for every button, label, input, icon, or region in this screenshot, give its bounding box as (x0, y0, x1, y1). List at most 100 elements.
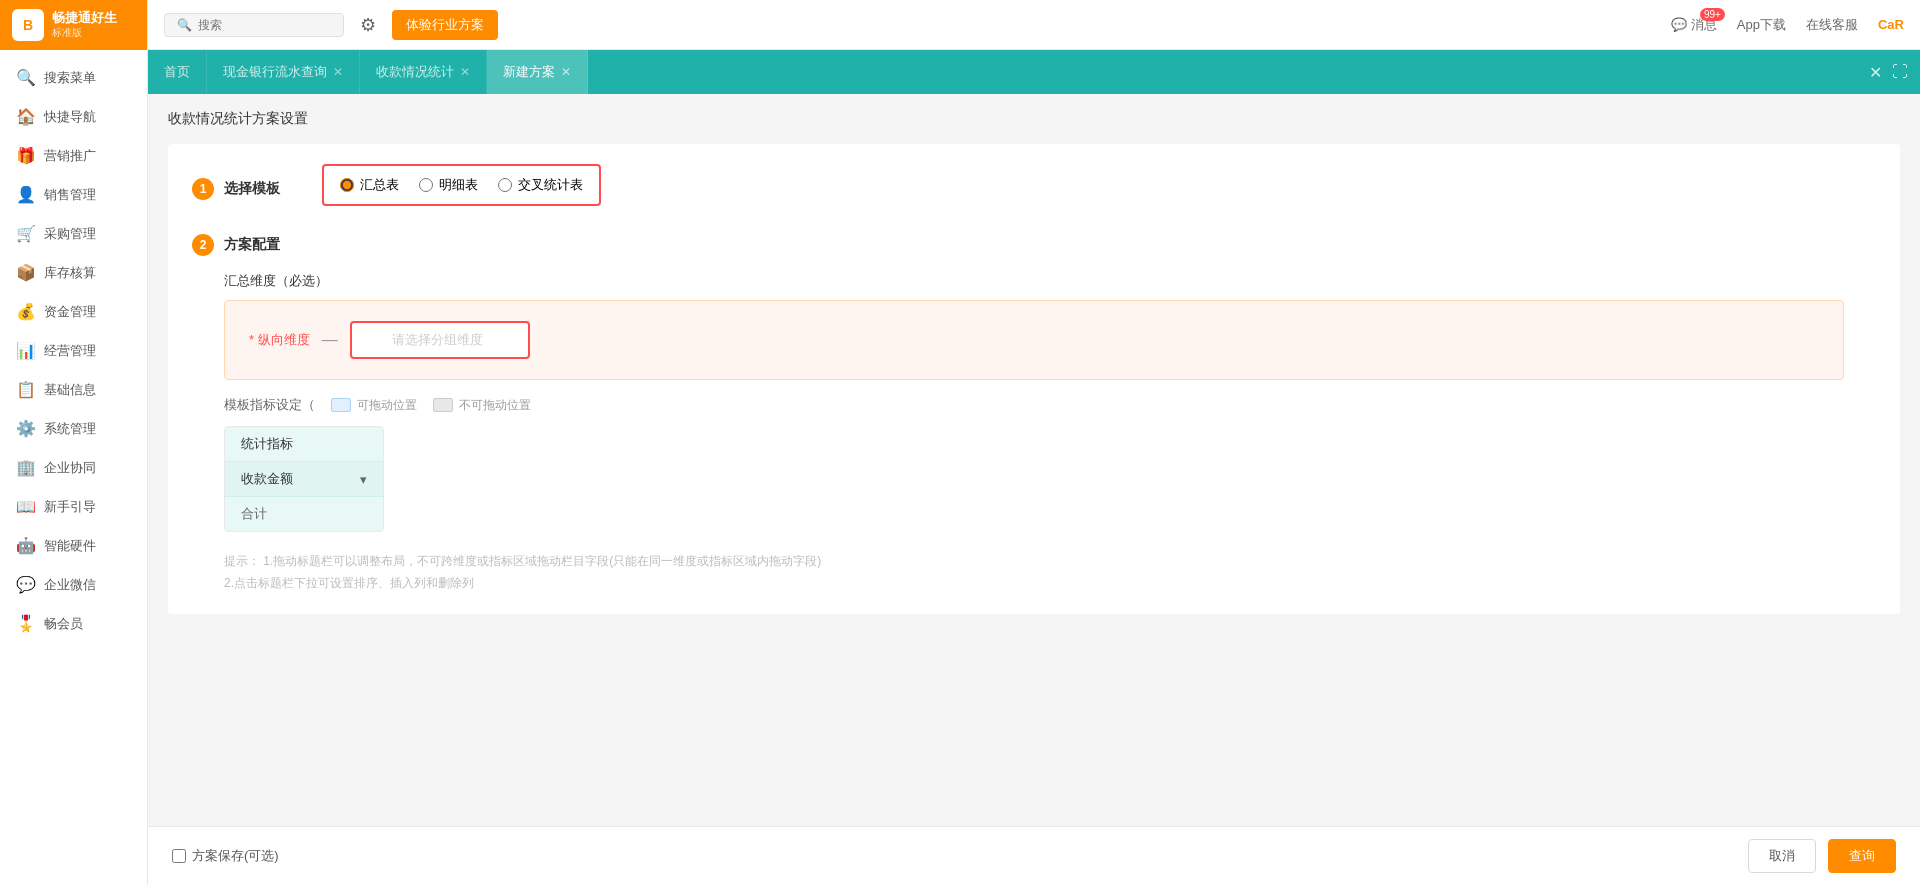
radio-summary[interactable]: 汇总表 (340, 176, 399, 194)
tab-new-plan-label: 新建方案 (503, 63, 555, 81)
sidebar-item-purchase[interactable]: 🛒 采购管理 (0, 214, 147, 253)
radio-summary-input[interactable] (340, 178, 354, 192)
radio-detail[interactable]: 明细表 (419, 176, 478, 194)
cancel-button[interactable]: 取消 (1748, 839, 1816, 873)
dimension-section-title: 汇总维度（必选） (224, 272, 1876, 290)
sidebar-item-label: 畅会员 (44, 615, 83, 633)
page-title: 收款情况统计方案设置 (168, 110, 1900, 128)
sidebar-item-label: 快捷导航 (44, 108, 96, 126)
enterprise-icon: 🏢 (16, 458, 36, 477)
sidebar-item-wechat[interactable]: 💬 企业微信 (0, 565, 147, 604)
sidebar-item-system[interactable]: ⚙️ 系统管理 (0, 409, 147, 448)
sidebar-item-guide[interactable]: 📖 新手引导 (0, 487, 147, 526)
gear-icon: ⚙️ (16, 419, 36, 438)
sidebar-item-label: 销售管理 (44, 186, 96, 204)
topbar-right: 💬 99+ 消息 App下载 在线客服 CaR (1671, 16, 1904, 34)
indicator-cell-total: 合计 (225, 497, 383, 531)
tab-collection-stats[interactable]: 收款情况统计 ✕ (360, 50, 487, 94)
tab-right-controls: ✕ ⛶ (1869, 50, 1920, 94)
radio-detail-label: 明细表 (439, 176, 478, 194)
legend-non-draggable: 不可拖动位置 (433, 397, 531, 414)
radio-detail-input[interactable] (419, 178, 433, 192)
topbar: 🔍 ⚙ 体验行业方案 💬 99+ 消息 App下载 在线客服 CaR (148, 0, 1920, 50)
sidebar-item-inventory[interactable]: 📦 库存核算 (0, 253, 147, 292)
search-box[interactable]: 🔍 (164, 13, 344, 37)
box-icon: 📦 (16, 263, 36, 282)
sidebar-item-label: 资金管理 (44, 303, 96, 321)
footer-actions: 取消 查询 (1748, 839, 1896, 873)
indicator-table-header: 统计指标 (225, 427, 383, 462)
legend-draggable-box (331, 398, 351, 412)
chart-icon: 📊 (16, 341, 36, 360)
indicator-cell-revenue[interactable]: 收款金额 ▾ (225, 462, 383, 497)
sidebar-item-quick-nav[interactable]: 🏠 快捷导航 (0, 97, 147, 136)
tip-2: 2.点击标题栏下拉可设置排序、插入列和删除列 (224, 573, 1844, 595)
user-icon: 👤 (16, 185, 36, 204)
vertical-dim-label: * 纵向维度 (249, 331, 310, 349)
sidebar-item-member[interactable]: 🎖️ 畅会员 (0, 604, 147, 643)
tab-maximize-icon[interactable]: ⛶ (1892, 63, 1908, 81)
sidebar-item-label: 库存核算 (44, 264, 96, 282)
step1-badge: 1 (192, 178, 214, 200)
save-checkbox-label[interactable]: 方案保存(可选) (172, 847, 279, 865)
dim-input[interactable]: 请选择分组维度 (350, 321, 530, 359)
sidebar-item-finance[interactable]: 💰 资金管理 (0, 292, 147, 331)
step2-badge: 2 (192, 234, 214, 256)
user-avatar[interactable]: CaR (1878, 17, 1904, 32)
tab-home[interactable]: 首页 (148, 50, 207, 94)
sidebar-item-enterprise[interactable]: 🏢 企业协同 (0, 448, 147, 487)
app-download-link[interactable]: App下载 (1737, 16, 1786, 34)
indicator-table: 统计指标 收款金额 ▾ 合计 (224, 426, 384, 532)
sidebar-logo: B 畅捷通好生 标准版 (0, 0, 147, 50)
dropdown-icon[interactable]: ▾ (360, 472, 367, 487)
sidebar: B 畅捷通好生 标准版 🔍 搜索菜单 🏠 快捷导航 🎁 营销推广 👤 销售管理 … (0, 0, 148, 885)
search-icon: 🔍 (177, 18, 192, 32)
tab-bank-flow[interactable]: 现金银行流水查询 ✕ (207, 50, 360, 94)
tab-bank-flow-close[interactable]: ✕ (333, 65, 343, 79)
message-badge-wrap[interactable]: 💬 99+ 消息 (1671, 16, 1717, 34)
indicator-header: 模板指标设定（ 可拖动位置 不可拖动位置 (224, 396, 1844, 414)
sidebar-item-management[interactable]: 📊 经营管理 (0, 331, 147, 370)
book-icon: 📖 (16, 497, 36, 516)
sidebar-item-sales[interactable]: 👤 销售管理 (0, 175, 147, 214)
legend-non-draggable-box (433, 398, 453, 412)
tab-home-label: 首页 (164, 63, 190, 81)
logo-sub: 标准版 (52, 26, 117, 40)
dim-arrow-icon: — (322, 331, 338, 349)
robot-icon: 🤖 (16, 536, 36, 555)
radio-cross[interactable]: 交叉统计表 (498, 176, 583, 194)
sidebar-item-search-menu[interactable]: 🔍 搜索菜单 (0, 58, 147, 97)
main-content: 🔍 ⚙ 体验行业方案 💬 99+ 消息 App下载 在线客服 CaR 首页 现金… (148, 0, 1920, 885)
tab-new-plan[interactable]: 新建方案 ✕ (487, 50, 588, 94)
save-checkbox[interactable] (172, 849, 186, 863)
tab-new-plan-close[interactable]: ✕ (561, 65, 571, 79)
sidebar-item-label: 企业协同 (44, 459, 96, 477)
step2-section: 2 方案配置 汇总维度（必选） * 纵向维度 — 请选择分组维度 (192, 234, 1876, 594)
query-button[interactable]: 查询 (1828, 839, 1896, 873)
sidebar-item-hardware[interactable]: 🤖 智能硬件 (0, 526, 147, 565)
legend-non-label: 不可拖动位置 (459, 397, 531, 414)
sidebar-item-marketing[interactable]: 🎁 营销推广 (0, 136, 147, 175)
online-service-link[interactable]: 在线客服 (1806, 16, 1858, 34)
sidebar-item-label: 搜索菜单 (44, 69, 96, 87)
home-icon: 🏠 (16, 107, 36, 126)
logo-text: 畅捷通好生 (52, 10, 117, 26)
settings-icon[interactable]: ⚙ (360, 14, 376, 36)
radio-cross-input[interactable] (498, 178, 512, 192)
industry-button[interactable]: 体验行业方案 (392, 10, 498, 40)
sidebar-item-label: 系统管理 (44, 420, 96, 438)
sidebar-item-label: 企业微信 (44, 576, 96, 594)
page-footer: 方案保存(可选) 取消 查询 (148, 826, 1920, 885)
sidebar-item-label: 智能硬件 (44, 537, 96, 555)
chat-icon: 💬 (16, 575, 36, 594)
tab-bank-flow-label: 现金银行流水查询 (223, 63, 327, 81)
step1-header: 1 选择模板 汇总表 明细表 交叉统计表 (192, 164, 1876, 214)
save-label: 方案保存(可选) (192, 847, 279, 865)
search-menu-icon: 🔍 (16, 68, 36, 87)
search-input[interactable] (198, 18, 328, 32)
sidebar-item-basic[interactable]: 📋 基础信息 (0, 370, 147, 409)
step2-header: 2 方案配置 (192, 234, 1876, 256)
sidebar-item-label: 基础信息 (44, 381, 96, 399)
tab-close-all-icon[interactable]: ✕ (1869, 63, 1882, 82)
tab-collection-stats-close[interactable]: ✕ (460, 65, 470, 79)
